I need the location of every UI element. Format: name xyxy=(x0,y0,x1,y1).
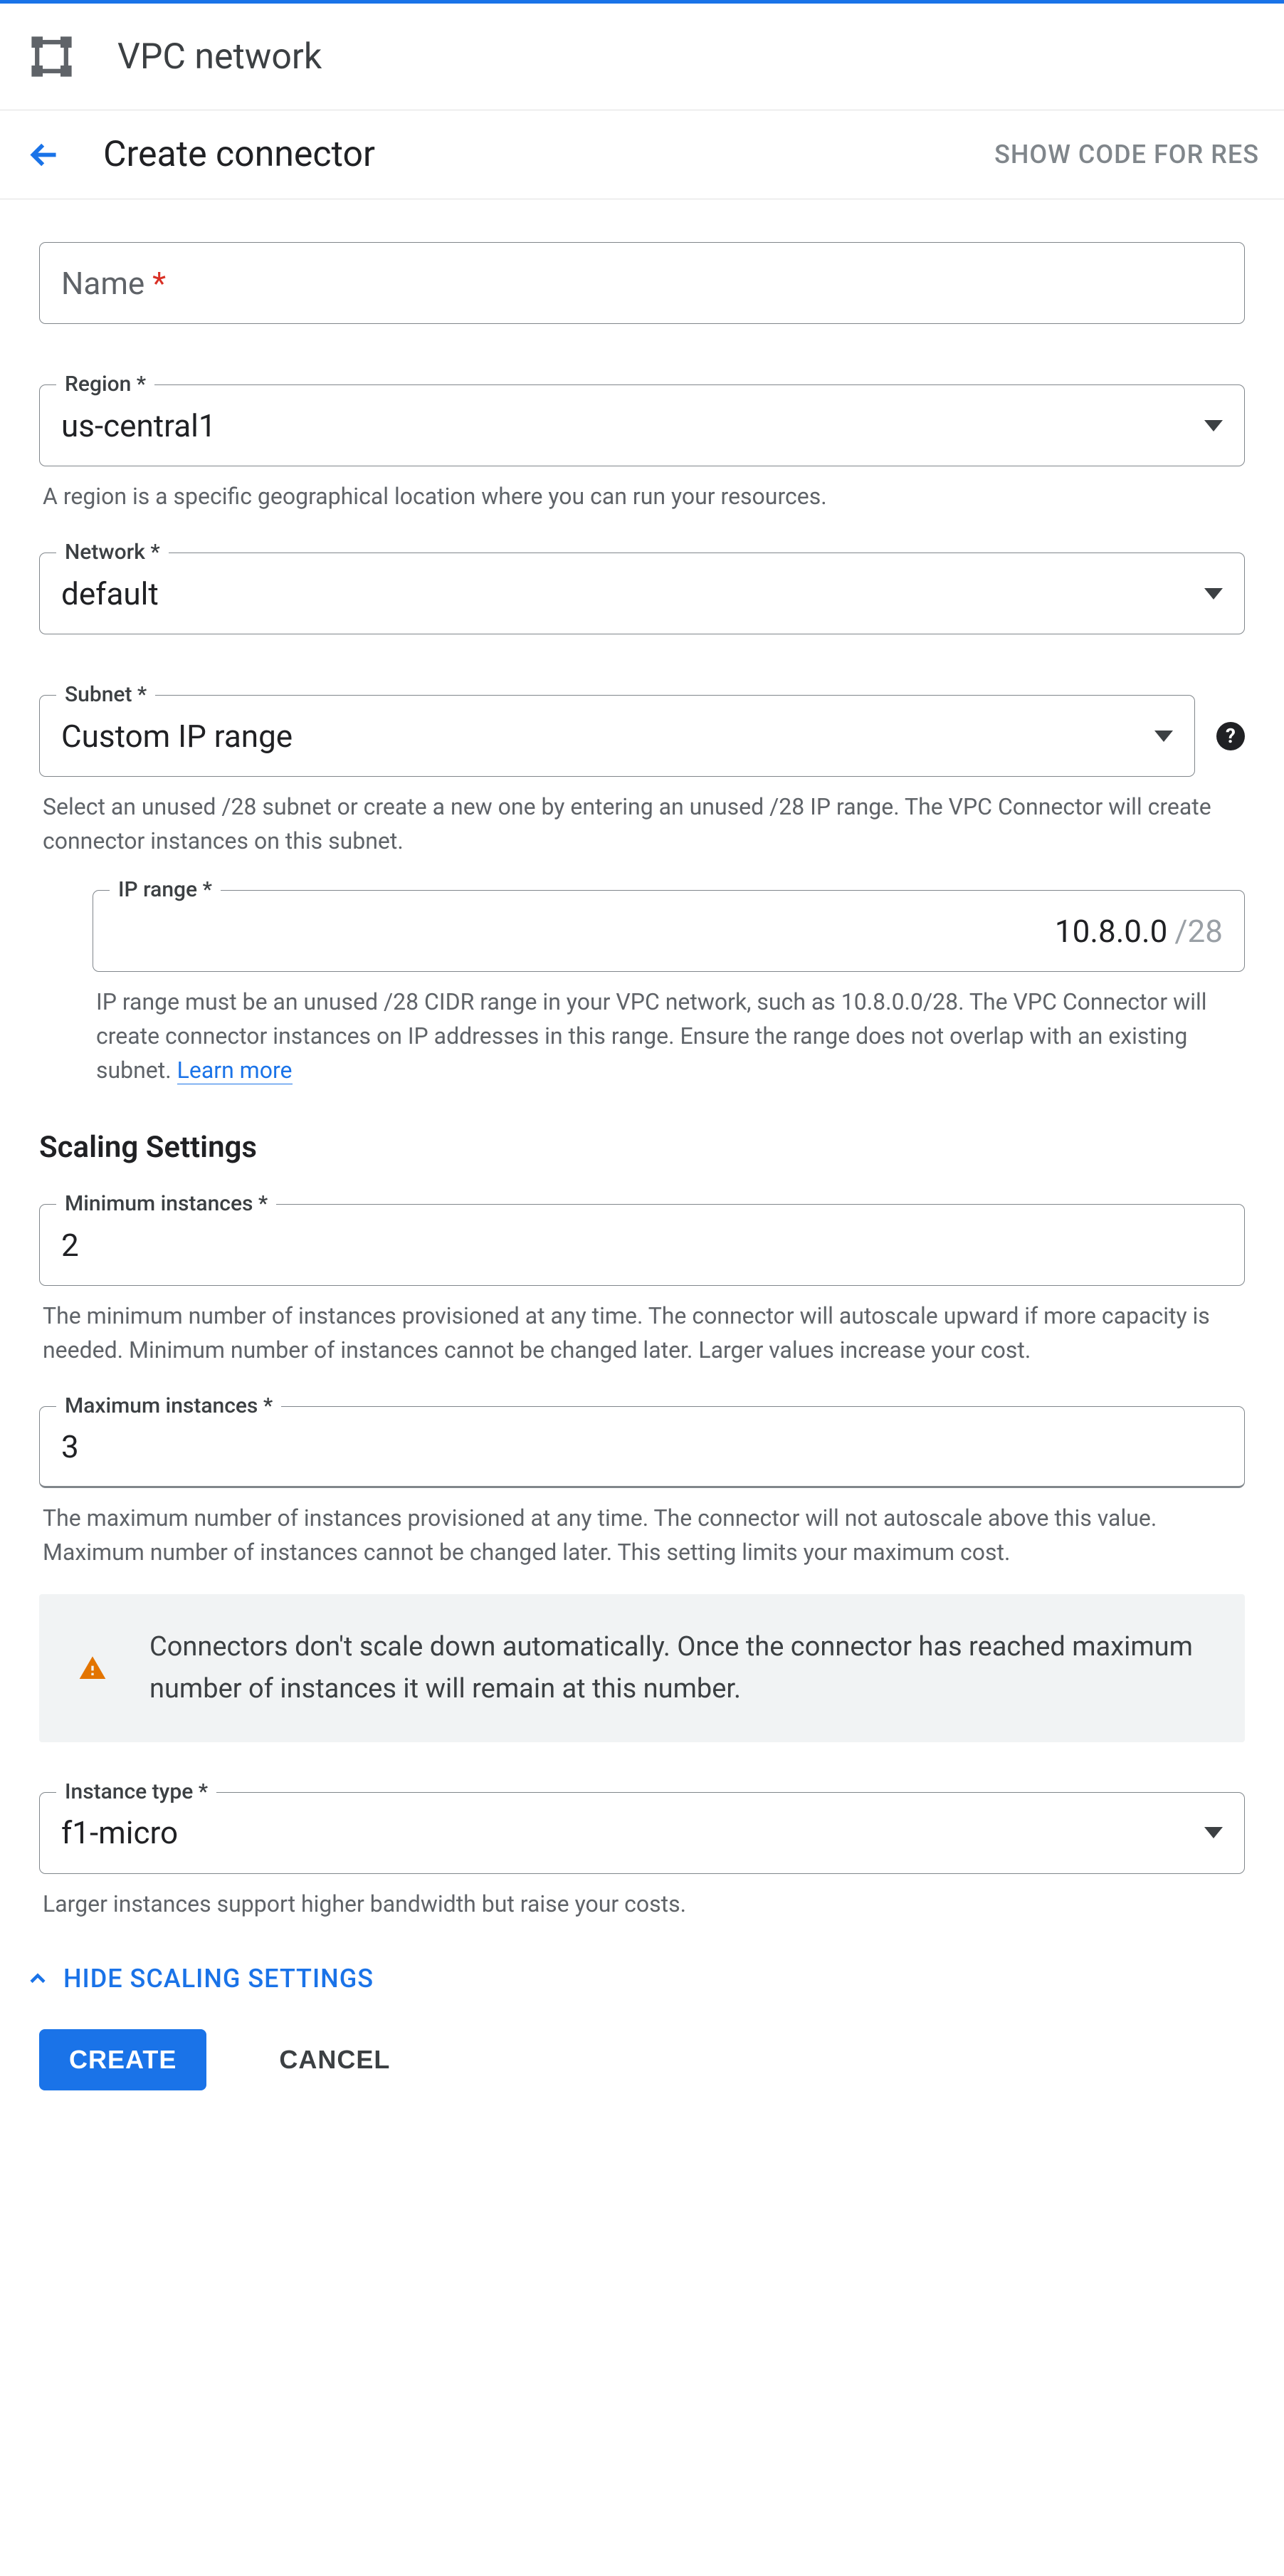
learn-more-link[interactable]: Learn more xyxy=(177,1057,293,1084)
name-field-wrap: Name * xyxy=(39,242,1245,324)
page-header: Create connector SHOW CODE FOR RES xyxy=(0,110,1284,199)
warning-icon xyxy=(78,1654,107,1682)
ip-range-value: 10.8.0.0 xyxy=(1055,913,1167,950)
scaling-warning-text: Connectors don't scale down automaticall… xyxy=(149,1626,1206,1710)
instance-type-value: f1-micro xyxy=(61,1814,1204,1851)
name-input[interactable]: Name * xyxy=(39,242,1245,324)
page-title: Create connector xyxy=(103,134,375,175)
create-button[interactable]: CREATE xyxy=(39,2029,206,2090)
network-value: default xyxy=(61,575,1204,612)
scaling-warning-banner: Connectors don't scale down automaticall… xyxy=(39,1594,1245,1742)
min-instances-wrap: Minimum instances * 2 The minimum number… xyxy=(39,1204,1245,1367)
instance-type-select[interactable]: f1-micro xyxy=(39,1792,1245,1874)
required-star: * xyxy=(152,265,166,302)
instance-type-wrap: Instance type * f1-micro Larger instance… xyxy=(39,1792,1245,1921)
ip-range-helper: IP range must be an unused /28 CIDR rang… xyxy=(93,985,1245,1087)
dropdown-arrow-icon xyxy=(1204,1827,1223,1838)
help-icon[interactable]: ? xyxy=(1216,722,1245,750)
product-bar: VPC network xyxy=(0,0,1284,110)
action-buttons: CREATE CANCEL xyxy=(39,2029,1245,2090)
region-value: us-central1 xyxy=(61,407,1204,444)
hide-scaling-settings-toggle[interactable]: HIDE SCALING SETTINGS xyxy=(25,1964,1245,1994)
show-code-button[interactable]: SHOW CODE FOR RES xyxy=(994,140,1259,169)
max-instances-label: Maximum instances * xyxy=(56,1393,281,1418)
min-instances-helper: The minimum number of instances provisio… xyxy=(39,1299,1245,1367)
min-instances-label: Minimum instances * xyxy=(56,1191,276,1216)
subnet-value: Custom IP range xyxy=(61,718,1154,755)
max-instances-wrap: Maximum instances * 3 The maximum number… xyxy=(39,1406,1245,1569)
network-field-wrap: Network * default xyxy=(39,553,1245,634)
max-instances-input[interactable]: 3 xyxy=(39,1406,1245,1488)
product-title: VPC network xyxy=(117,36,322,78)
dropdown-arrow-icon xyxy=(1204,420,1223,431)
ip-range-field-wrap: IP range * 10.8.0.0 /28 IP range must be… xyxy=(93,890,1245,1087)
back-arrow-icon[interactable] xyxy=(25,135,64,174)
dropdown-arrow-icon xyxy=(1154,731,1173,742)
instance-type-helper: Larger instances support higher bandwidt… xyxy=(39,1887,1245,1921)
region-label: Region * xyxy=(56,372,154,397)
ip-range-label: IP range * xyxy=(110,877,221,902)
ip-range-suffix: /28 xyxy=(1174,913,1223,950)
subnet-label: Subnet * xyxy=(56,682,155,707)
name-placeholder: Name * xyxy=(61,265,166,302)
chevron-up-icon xyxy=(25,1966,51,1991)
region-select[interactable]: us-central1 xyxy=(39,384,1245,466)
region-field-wrap: Region * us-central1 A region is a speci… xyxy=(39,384,1245,513)
max-instances-value: 3 xyxy=(61,1428,1223,1465)
subnet-field-wrap: Subnet * Custom IP range ? Select an unu… xyxy=(39,695,1245,858)
hide-scaling-label: HIDE SCALING SETTINGS xyxy=(63,1964,374,1994)
network-label: Network * xyxy=(56,540,169,565)
name-placeholder-text: Name xyxy=(61,265,144,302)
instance-type-label: Instance type * xyxy=(56,1779,216,1804)
min-instances-value: 2 xyxy=(61,1227,1223,1264)
subnet-select[interactable]: Custom IP range xyxy=(39,695,1195,777)
network-select[interactable]: default xyxy=(39,553,1245,634)
region-helper: A region is a specific geographical loca… xyxy=(39,479,1245,513)
vpc-network-icon xyxy=(25,30,78,83)
scaling-settings-heading: Scaling Settings xyxy=(39,1130,1245,1165)
ip-range-input[interactable]: 10.8.0.0 /28 xyxy=(93,890,1245,972)
dropdown-arrow-icon xyxy=(1204,588,1223,600)
cancel-button[interactable]: CANCEL xyxy=(249,2029,420,2090)
subnet-helper: Select an unused /28 subnet or create a … xyxy=(39,790,1245,858)
min-instances-input[interactable]: 2 xyxy=(39,1204,1245,1286)
max-instances-helper: The maximum number of instances provisio… xyxy=(39,1501,1245,1569)
